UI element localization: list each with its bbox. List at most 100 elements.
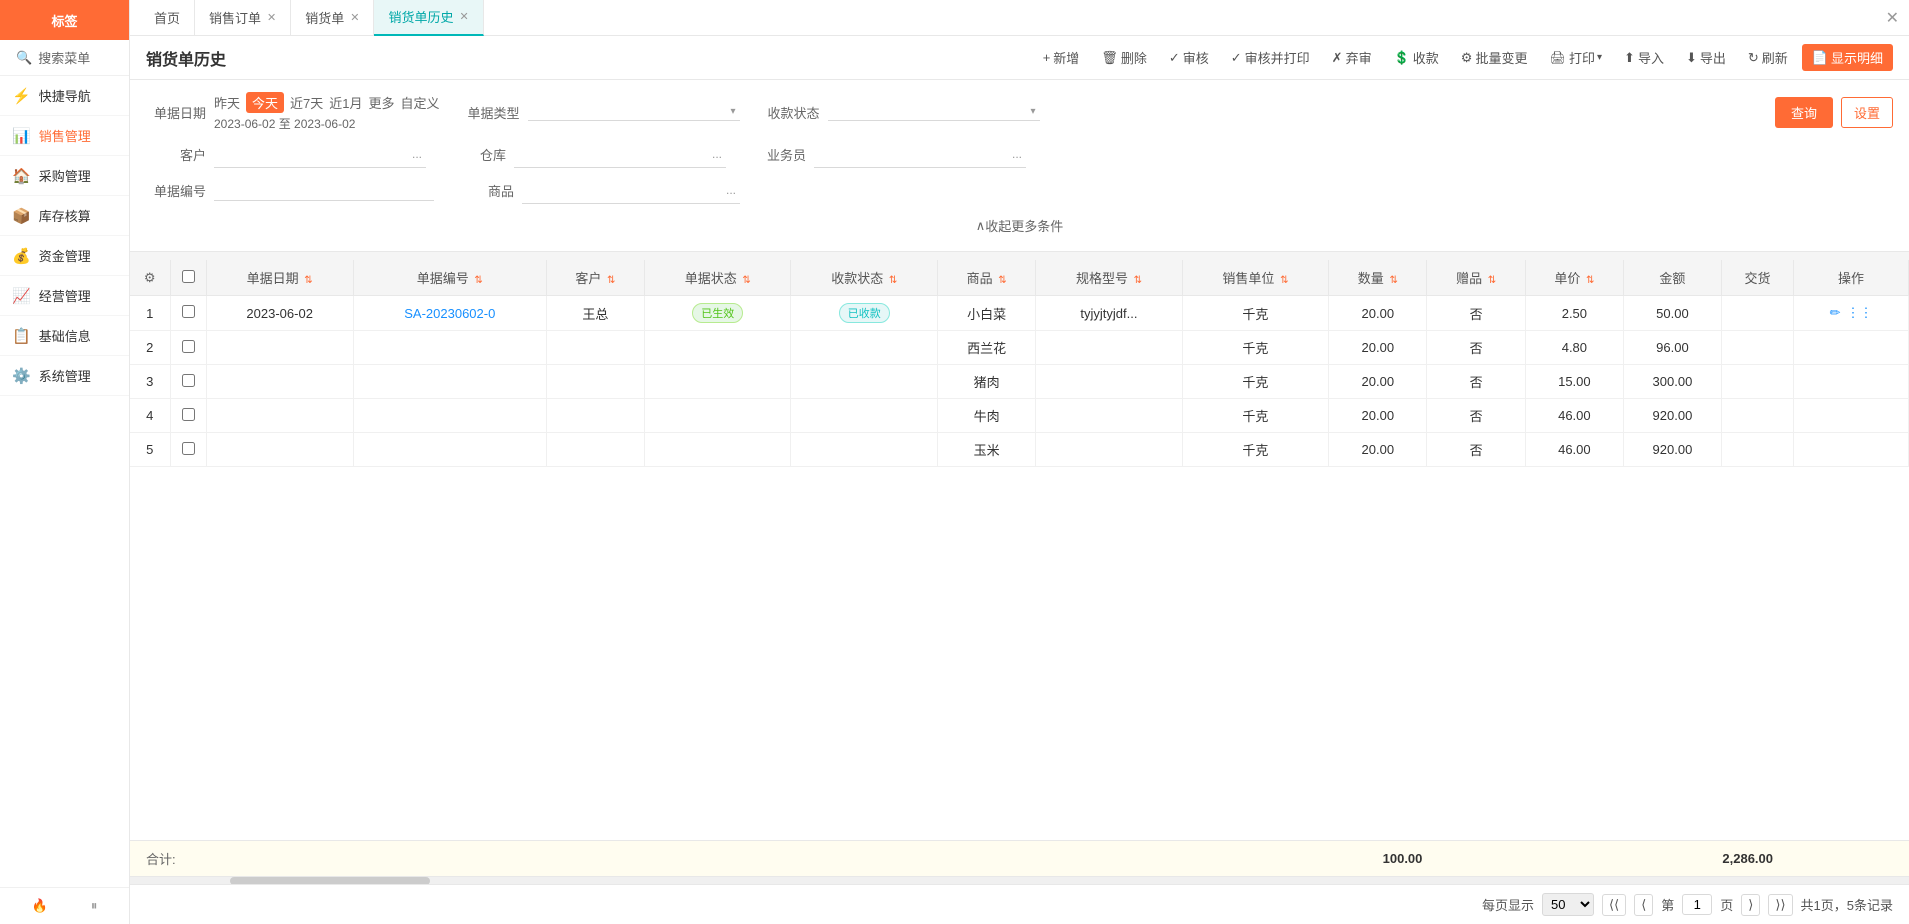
gear-icon[interactable]: ⚙ xyxy=(144,270,156,285)
cell-doc-no[interactable]: SA-20230602-0 xyxy=(353,296,546,331)
cell-checkbox[interactable] xyxy=(170,331,206,365)
cell-price: 4.80 xyxy=(1525,331,1623,365)
date-7days[interactable]: 近7天 xyxy=(290,93,323,112)
staff-dots-btn[interactable]: ... xyxy=(1012,147,1022,161)
first-page-btn[interactable]: ⟨⟨ xyxy=(1602,894,1626,916)
next-page-btn[interactable]: ⟩ xyxy=(1741,894,1760,916)
row-checkbox[interactable] xyxy=(182,340,195,353)
discard-button[interactable]: ✗ 弃审 xyxy=(1324,44,1380,71)
th-qty[interactable]: 数量 ⇅ xyxy=(1329,260,1427,296)
sidebar-item-purchase[interactable]: 🏠 采购管理 xyxy=(0,156,129,196)
cell-checkbox[interactable] xyxy=(170,365,206,399)
query-button[interactable]: 查询 xyxy=(1775,97,1833,128)
goods-dots-btn[interactable]: ... xyxy=(726,183,736,197)
th-gift[interactable]: 赠品 ⇅ xyxy=(1427,260,1525,296)
th-customer[interactable]: 客户 ⇅ xyxy=(546,260,644,296)
cell-doc-no[interactable] xyxy=(353,331,546,365)
warehouse-input[interactable] xyxy=(518,143,712,164)
batch-change-button[interactable]: ⚙ 批量变更 xyxy=(1453,44,1536,71)
show-detail-button[interactable]: 📄 显示明细 xyxy=(1802,44,1893,71)
sort-goods-icon: ⇅ xyxy=(998,275,1006,286)
close-sales-goods-tab[interactable]: ✕ xyxy=(350,11,359,24)
sidebar-item-quick-nav[interactable]: ⚡ 快捷导航 xyxy=(0,76,129,116)
th-doc-status[interactable]: 单据状态 ⇅ xyxy=(645,260,791,296)
sidebar-item-sales[interactable]: 📊 销售管理 xyxy=(0,116,129,156)
doc-type-select[interactable]: ▾ xyxy=(528,103,740,121)
cell-checkbox[interactable] xyxy=(170,433,206,467)
print-button[interactable]: 🖨 打印 ▾ xyxy=(1541,44,1610,71)
tabs-close-all[interactable]: ✕ xyxy=(1886,8,1899,28)
cell-qty: 20.00 xyxy=(1329,399,1427,433)
refresh-button[interactable]: ↻ 刷新 xyxy=(1740,44,1796,71)
sidebar-item-operation[interactable]: 📈 经营管理 xyxy=(0,276,129,316)
last-page-btn[interactable]: ⟩⟩ xyxy=(1768,894,1792,916)
row-checkbox[interactable] xyxy=(182,305,195,318)
audit-print-button[interactable]: ✓ 审核并打印 xyxy=(1223,44,1318,71)
current-page-input[interactable] xyxy=(1682,894,1712,915)
import-button[interactable]: ⬆ 导入 xyxy=(1616,44,1672,71)
th-price[interactable]: 单价 ⇅ xyxy=(1525,260,1623,296)
warehouse-dots-btn[interactable]: ... xyxy=(712,147,722,161)
delete-button[interactable]: 🗑 删除 xyxy=(1093,44,1155,71)
cell-doc-no[interactable] xyxy=(353,399,546,433)
filter-settings-button[interactable]: 设置 xyxy=(1841,97,1893,128)
table-row: 1 2023-06-02 SA-20230602-0 王总 已生效 已收款 小白… xyxy=(130,296,1909,331)
sidebar-item-basic[interactable]: 📋 基础信息 xyxy=(0,316,129,356)
cell-doc-no[interactable] xyxy=(353,433,546,467)
row-checkbox[interactable] xyxy=(182,374,195,387)
tab-home[interactable]: 首页 xyxy=(140,0,195,36)
tab-sales-order[interactable]: 销售订单 ✕ xyxy=(195,0,291,36)
filter-customer-field: 客户 ... xyxy=(146,140,426,168)
date-yesterday[interactable]: 昨天 xyxy=(214,93,240,112)
cell-checkbox[interactable] xyxy=(170,399,206,433)
payment-status-select[interactable]: ▾ xyxy=(828,103,1040,121)
docno-input[interactable] xyxy=(214,179,434,201)
customer-input[interactable] xyxy=(218,143,412,164)
sidebar-footer-icon1[interactable]: 🔥 xyxy=(32,898,48,914)
staff-input[interactable] xyxy=(818,143,1012,164)
staff-input-wrapper[interactable]: ... xyxy=(814,140,1026,168)
date-today[interactable]: 今天 xyxy=(246,92,284,113)
customer-dots-btn[interactable]: ... xyxy=(412,147,422,161)
scrollbar-area[interactable] xyxy=(130,876,1909,884)
sidebar-footer-icon2[interactable]: ⏸ xyxy=(91,898,98,914)
close-sales-order-tab[interactable]: ✕ xyxy=(267,11,276,24)
th-payment-status[interactable]: 收款状态 ⇅ xyxy=(791,260,937,296)
cell-doc-no[interactable] xyxy=(353,365,546,399)
audit-button[interactable]: ✓ 审核 xyxy=(1161,44,1217,71)
export-button[interactable]: ⬇ 导出 xyxy=(1678,44,1734,71)
collapse-button[interactable]: ∧ 收起更多条件 xyxy=(146,212,1893,239)
basic-icon: 📋 xyxy=(12,327,31,345)
th-gear[interactable]: ⚙ xyxy=(130,260,170,296)
th-doc-no[interactable]: 单据编号 ⇅ xyxy=(353,260,546,296)
th-unit[interactable]: 销售单位 ⇅ xyxy=(1182,260,1328,296)
select-all-checkbox[interactable] xyxy=(182,270,195,283)
th-goods[interactable]: 商品 ⇅ xyxy=(937,260,1035,296)
goods-input[interactable] xyxy=(526,179,726,200)
tab-sales-goods[interactable]: 销货单 ✕ xyxy=(291,0,374,36)
more-icon[interactable]: ⋮⋮ xyxy=(1847,305,1873,320)
cell-gift: 否 xyxy=(1427,296,1525,331)
date-custom[interactable]: 自定义 xyxy=(401,93,440,112)
warehouse-input-wrapper[interactable]: ... xyxy=(514,140,726,168)
date-more[interactable]: 更多 xyxy=(369,93,395,112)
customer-input-wrapper[interactable]: ... xyxy=(214,140,426,168)
tab-sales-history[interactable]: 销货单历史 ✕ xyxy=(374,0,483,36)
page-size-select[interactable]: 50 100 200 xyxy=(1542,893,1594,916)
row-checkbox[interactable] xyxy=(182,442,195,455)
row-checkbox[interactable] xyxy=(182,408,195,421)
close-sales-history-tab[interactable]: ✕ xyxy=(460,10,469,23)
collect-button[interactable]: 💲 收款 xyxy=(1386,44,1447,71)
sidebar-item-finance[interactable]: 💰 资金管理 xyxy=(0,236,129,276)
sidebar-search[interactable]: 🔍 搜索菜单 xyxy=(0,40,129,76)
th-doc-date[interactable]: 单据日期 ⇅ xyxy=(206,260,353,296)
goods-input-wrapper[interactable]: ... xyxy=(522,176,740,204)
sidebar-item-system[interactable]: ⚙️ 系统管理 xyxy=(0,356,129,396)
sidebar-item-inventory[interactable]: 📦 库存核算 xyxy=(0,196,129,236)
edit-icon[interactable]: ✏ xyxy=(1830,305,1841,320)
prev-page-btn[interactable]: ⟨ xyxy=(1634,894,1653,916)
new-button[interactable]: + 新增 xyxy=(1035,44,1088,71)
th-spec[interactable]: 规格型号 ⇅ xyxy=(1036,260,1182,296)
date-1month[interactable]: 近1月 xyxy=(329,93,362,112)
cell-checkbox[interactable] xyxy=(170,296,206,331)
